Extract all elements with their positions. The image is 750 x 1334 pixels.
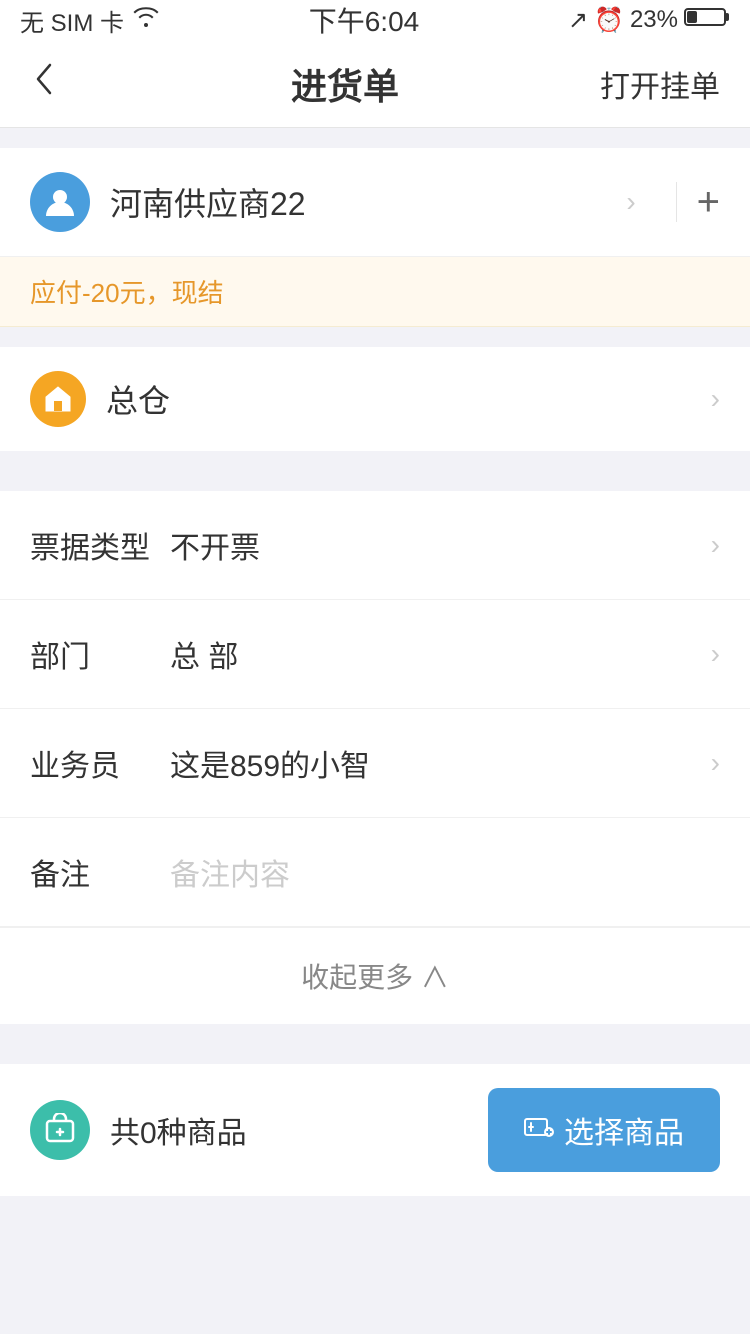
status-left: 无 SIM 卡 — [20, 3, 160, 38]
open-pending-button[interactable]: 打开挂单 — [600, 62, 720, 106]
supplier-row[interactable]: 河南供应商22 › + — [0, 148, 750, 257]
department-chevron-icon: › — [711, 638, 720, 670]
salesman-chevron-icon: › — [711, 747, 720, 779]
warehouse-icon — [30, 371, 86, 427]
page-title: 进货单 — [291, 58, 399, 110]
supplier-avatar — [30, 172, 90, 232]
department-label: 部门 — [30, 632, 170, 676]
invoice-row[interactable]: 票据类型 不开票 › — [0, 491, 750, 600]
product-section: 共0种商品 选择商品 — [0, 1064, 750, 1196]
supplier-chevron-icon: › — [626, 186, 635, 218]
salesman-row[interactable]: 业务员 这是859的小智 › — [0, 709, 750, 818]
remarks-input[interactable]: 备注内容 — [170, 850, 720, 894]
invoice-chevron-icon: › — [711, 529, 720, 561]
status-bar: 无 SIM 卡 下午6:04 ↗ ⏰ 23% — [0, 0, 750, 40]
select-products-button[interactable]: 选择商品 — [488, 1088, 720, 1172]
section-gap-1 — [0, 128, 750, 148]
salesman-value: 这是859的小智 — [170, 741, 711, 785]
notice-bar: 应付-20元，现结 — [0, 257, 750, 327]
select-products-icon — [524, 1113, 554, 1147]
collapse-button[interactable]: 收起更多 ∧ — [0, 927, 750, 1024]
alarm-icon: ⏰ — [594, 6, 624, 35]
carrier-text: 无 SIM 卡 — [20, 3, 124, 38]
select-products-label: 选择商品 — [564, 1108, 684, 1152]
warehouse-section[interactable]: 总仓 › — [0, 347, 750, 451]
add-supplier-button[interactable]: + — [697, 180, 720, 225]
warehouse-row[interactable]: 总仓 › — [0, 347, 750, 451]
battery-text: 23% — [630, 6, 678, 34]
back-button[interactable] — [30, 57, 90, 110]
warehouse-chevron-icon: › — [711, 383, 720, 415]
supplier-divider — [676, 182, 677, 222]
section-gap-4 — [0, 1024, 750, 1044]
nav-bar: 进货单 打开挂单 — [0, 40, 750, 128]
section-gap-3 — [0, 451, 750, 471]
status-right: ↗ ⏰ 23% — [568, 6, 730, 35]
department-row[interactable]: 部门 总 部 › — [0, 600, 750, 709]
invoice-value: 不开票 — [170, 523, 711, 567]
wifi-icon — [132, 6, 160, 34]
supplier-section: 河南供应商22 › + 应付-20元，现结 — [0, 148, 750, 327]
location-icon: ↗ — [568, 6, 588, 35]
warehouse-name: 总仓 — [106, 376, 711, 422]
battery-icon — [684, 6, 730, 35]
remarks-row[interactable]: 备注 备注内容 — [0, 818, 750, 927]
supplier-name: 河南供应商22 — [110, 179, 626, 225]
section-gap-2 — [0, 327, 750, 347]
time-display: 下午6:04 — [309, 0, 420, 40]
department-value: 总 部 — [170, 632, 711, 676]
salesman-label: 业务员 — [30, 741, 170, 785]
invoice-label: 票据类型 — [30, 523, 170, 567]
form-section: 票据类型 不开票 › 部门 总 部 › 业务员 这是859的小智 › 备注 备注… — [0, 491, 750, 1024]
product-count-text: 共0种商品 — [110, 1108, 488, 1152]
remarks-label: 备注 — [30, 850, 170, 894]
product-icon — [30, 1100, 90, 1160]
